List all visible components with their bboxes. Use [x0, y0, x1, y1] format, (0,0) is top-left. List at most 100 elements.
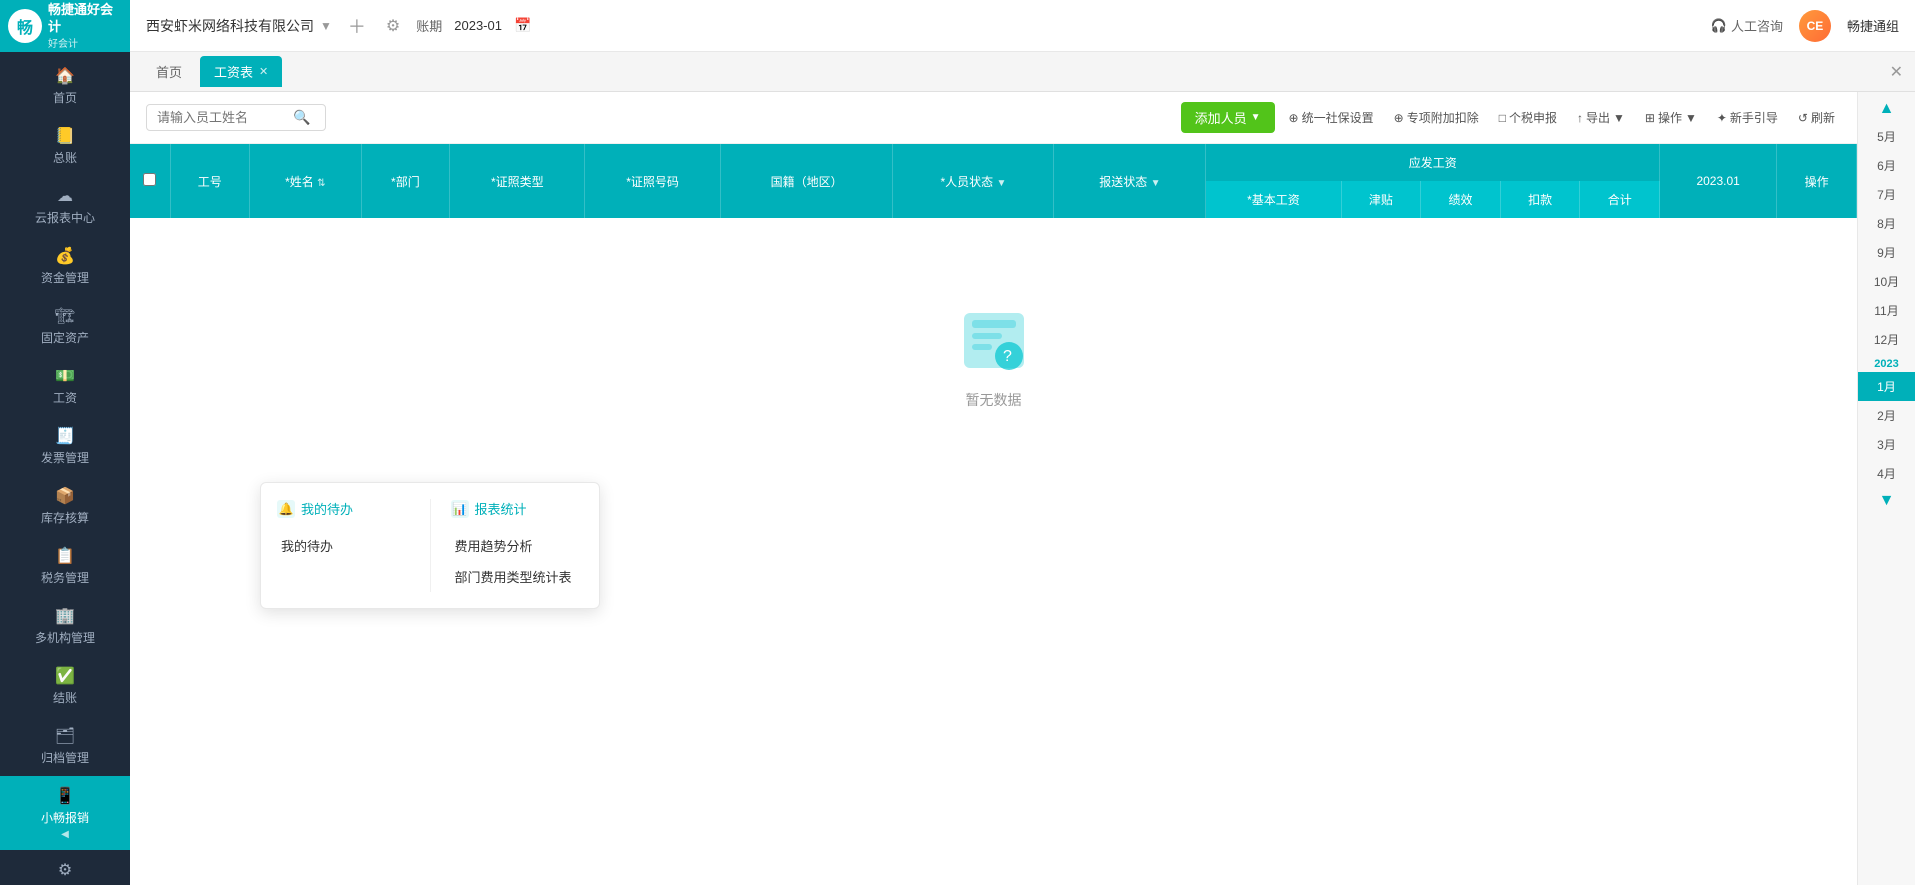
cal-month-5[interactable]: 5月	[1858, 122, 1915, 151]
export-dropdown-icon: ▼	[1613, 111, 1625, 125]
th-name[interactable]: *姓名 ⇅	[250, 144, 361, 218]
unified-social-btn[interactable]: ⊕ 统一社保设置	[1283, 105, 1380, 130]
sidebar-item-label: 资金管理	[41, 269, 89, 286]
search-input[interactable]	[157, 110, 287, 125]
special-deduct-icon: ⊕	[1394, 111, 1404, 125]
period-value: 2023-01	[454, 18, 502, 33]
select-all-checkbox[interactable]	[143, 173, 156, 186]
todo-title-label: 我的待办	[301, 499, 353, 518]
svg-text:?: ?	[1003, 348, 1012, 365]
sidebar-item-home[interactable]: 🏠 首页	[0, 56, 130, 116]
unified-social-label: 统一社保设置	[1302, 109, 1374, 126]
th-checkbox[interactable]	[130, 144, 170, 218]
th-report-status[interactable]: 报送状态 ▼	[1054, 144, 1206, 218]
sidebar-item-label: 固定资产	[41, 329, 89, 346]
report-title-label: 报表统计	[475, 499, 527, 518]
th-period-value: 2023.01	[1696, 174, 1739, 188]
logo-text-block: 畅捷通好会计 好会计	[48, 2, 122, 51]
calendar-up-nav[interactable]: ▲	[1875, 96, 1899, 122]
th-status[interactable]: *人员状态 ▼	[893, 144, 1054, 218]
cal-month-3-2023[interactable]: 3月	[1858, 430, 1915, 459]
tax-declare-icon: □	[1499, 111, 1506, 125]
operation-btn[interactable]: ⊞ 操作 ▼	[1639, 105, 1703, 130]
header-add-button[interactable]: ＋	[344, 9, 370, 43]
tax-declare-btn[interactable]: □ 个税申报	[1493, 105, 1563, 130]
popup-item-cost-trend[interactable]: 费用趋势分析	[451, 530, 584, 561]
special-deduct-btn[interactable]: ⊕ 专项附加扣除	[1388, 105, 1485, 130]
sidebar-item-salary[interactable]: 💵 工资	[0, 356, 130, 416]
settle-icon: ✅	[55, 666, 75, 686]
calendar-down-nav[interactable]: ▼	[1875, 488, 1899, 514]
refresh-btn[interactable]: ↺ 刷新	[1792, 105, 1841, 130]
tax-icon: 📋	[55, 546, 75, 566]
sidebar-item-label: 云报表中心	[35, 209, 95, 226]
tab-home[interactable]: 首页	[142, 56, 196, 87]
export-btn[interactable]: ↑ 导出 ▼	[1571, 105, 1631, 130]
cal-month-6[interactable]: 6月	[1858, 151, 1915, 180]
xiaochang-popup-menu: 🔔 我的待办 我的待办 📊 报表统计 费用趋势分析 部门费用类型统计表	[260, 482, 600, 609]
sidebar-item-inventory[interactable]: 📦 库存核算	[0, 476, 130, 536]
cal-month-12[interactable]: 12月	[1858, 325, 1915, 354]
refresh-label: 刷新	[1811, 109, 1835, 126]
sidebar-item-tax[interactable]: 📋 税务管理	[0, 536, 130, 596]
export-icon: ↑	[1577, 111, 1583, 125]
archive-icon: 🗂	[55, 726, 75, 746]
tab-bar-right: ✕	[1890, 62, 1903, 82]
salary-table: 工号 *姓名 ⇅ *部门 *证照类型 *证照号码 国籍（地区） *人员状态	[130, 144, 1857, 218]
cal-month-1-2023[interactable]: 1月	[1858, 372, 1915, 401]
search-icon: 🔍	[293, 109, 310, 126]
toolbar-right: 添加人员 ▼ ⊕ 统一社保设置 ⊕ 专项附加扣除 □ 个税申报	[1181, 102, 1841, 133]
user-name[interactable]: 畅捷通组	[1847, 16, 1899, 35]
sidebar-item-ledger[interactable]: 📒 总账	[0, 116, 130, 176]
th-report-label: 报送状态	[1099, 175, 1147, 189]
sidebar-item-fixed-assets[interactable]: 🏗 固定资产	[0, 296, 130, 356]
th-salary-group: 应发工资	[1206, 144, 1660, 181]
cal-month-10[interactable]: 10月	[1858, 267, 1915, 296]
cal-month-8[interactable]: 8月	[1858, 209, 1915, 238]
company-selector[interactable]: 西安虾米网络科技有限公司 ▼	[146, 16, 332, 36]
popup-item-my-todo[interactable]: 我的待办	[277, 530, 410, 561]
cal-month-11[interactable]: 11月	[1858, 296, 1915, 325]
th-action: 操作	[1777, 144, 1857, 218]
sidebar-item-label: 税务管理	[41, 569, 89, 586]
tab-close-window-icon[interactable]: ✕	[1890, 64, 1903, 81]
sidebar-item-multi-org[interactable]: 🏢 多机构管理	[0, 596, 130, 656]
special-deduct-label: 专项附加扣除	[1407, 109, 1479, 126]
empty-icon: ?	[954, 298, 1034, 378]
export-label: 导出	[1586, 109, 1610, 126]
xiaochang-icon: 📱	[55, 786, 75, 806]
headset-icon: 🎧	[1711, 18, 1727, 34]
cal-month-2-2023[interactable]: 2月	[1858, 401, 1915, 430]
calendar-icon[interactable]: 📅	[514, 17, 531, 34]
popup-item-dept-cost[interactable]: 部门费用类型统计表	[451, 561, 584, 592]
unified-social-icon: ⊕	[1289, 111, 1299, 125]
customer-service-btn[interactable]: 🎧 人工咨询	[1711, 16, 1783, 35]
cal-month-7[interactable]: 7月	[1858, 180, 1915, 209]
company-dropdown-icon: ▼	[320, 19, 332, 33]
cal-month-4-2023[interactable]: 4月	[1858, 459, 1915, 488]
tab-salary-table[interactable]: 工资表 ✕	[200, 56, 282, 87]
sidebar-item-xiaochang[interactable]: 📱 小畅报销 ◀	[0, 776, 130, 850]
sidebar-item-settle[interactable]: ✅ 结账	[0, 656, 130, 716]
header-settings-button[interactable]: ⚙	[382, 12, 404, 40]
popup-col-todo-title: 🔔 我的待办	[277, 499, 410, 518]
th-status-label: *人员状态	[940, 175, 993, 189]
popup-col-todo: 🔔 我的待办 我的待办	[277, 499, 410, 592]
cal-month-9[interactable]: 9月	[1858, 238, 1915, 267]
sidebar-item-archive[interactable]: 🗂 归档管理	[0, 716, 130, 776]
sidebar-item-cloud-report[interactable]: ☁ 云报表中心	[0, 176, 130, 236]
sidebar-item-fund[interactable]: 💰 资金管理	[0, 236, 130, 296]
org-icon: 🏢	[55, 606, 75, 626]
report-filter-icon: ▼	[1151, 178, 1161, 189]
sidebar-item-basic[interactable]: ⚙ 基础设置	[0, 850, 130, 885]
sidebar-nav: 🏠 首页 📒 总账 ☁ 云报表中心 💰 资金管理 🏗 固定资产 💵 工资 🧾 发…	[0, 52, 130, 885]
tab-close-icon[interactable]: ✕	[259, 65, 268, 78]
fund-icon: 💰	[55, 246, 75, 266]
guide-btn[interactable]: ✦ 新手引导	[1711, 105, 1784, 130]
sidebar-item-invoice[interactable]: 🧾 发票管理	[0, 416, 130, 476]
search-box[interactable]: 🔍	[146, 104, 326, 131]
sidebar: 畅 畅捷通好会计 好会计 🏠 首页 📒 总账 ☁ 云报表中心 💰 资金管理 🏗 …	[0, 0, 130, 885]
assets-icon: 🏗	[55, 306, 75, 326]
add-person-button[interactable]: 添加人员 ▼	[1181, 102, 1275, 133]
sidebar-item-label: 工资	[53, 389, 77, 406]
